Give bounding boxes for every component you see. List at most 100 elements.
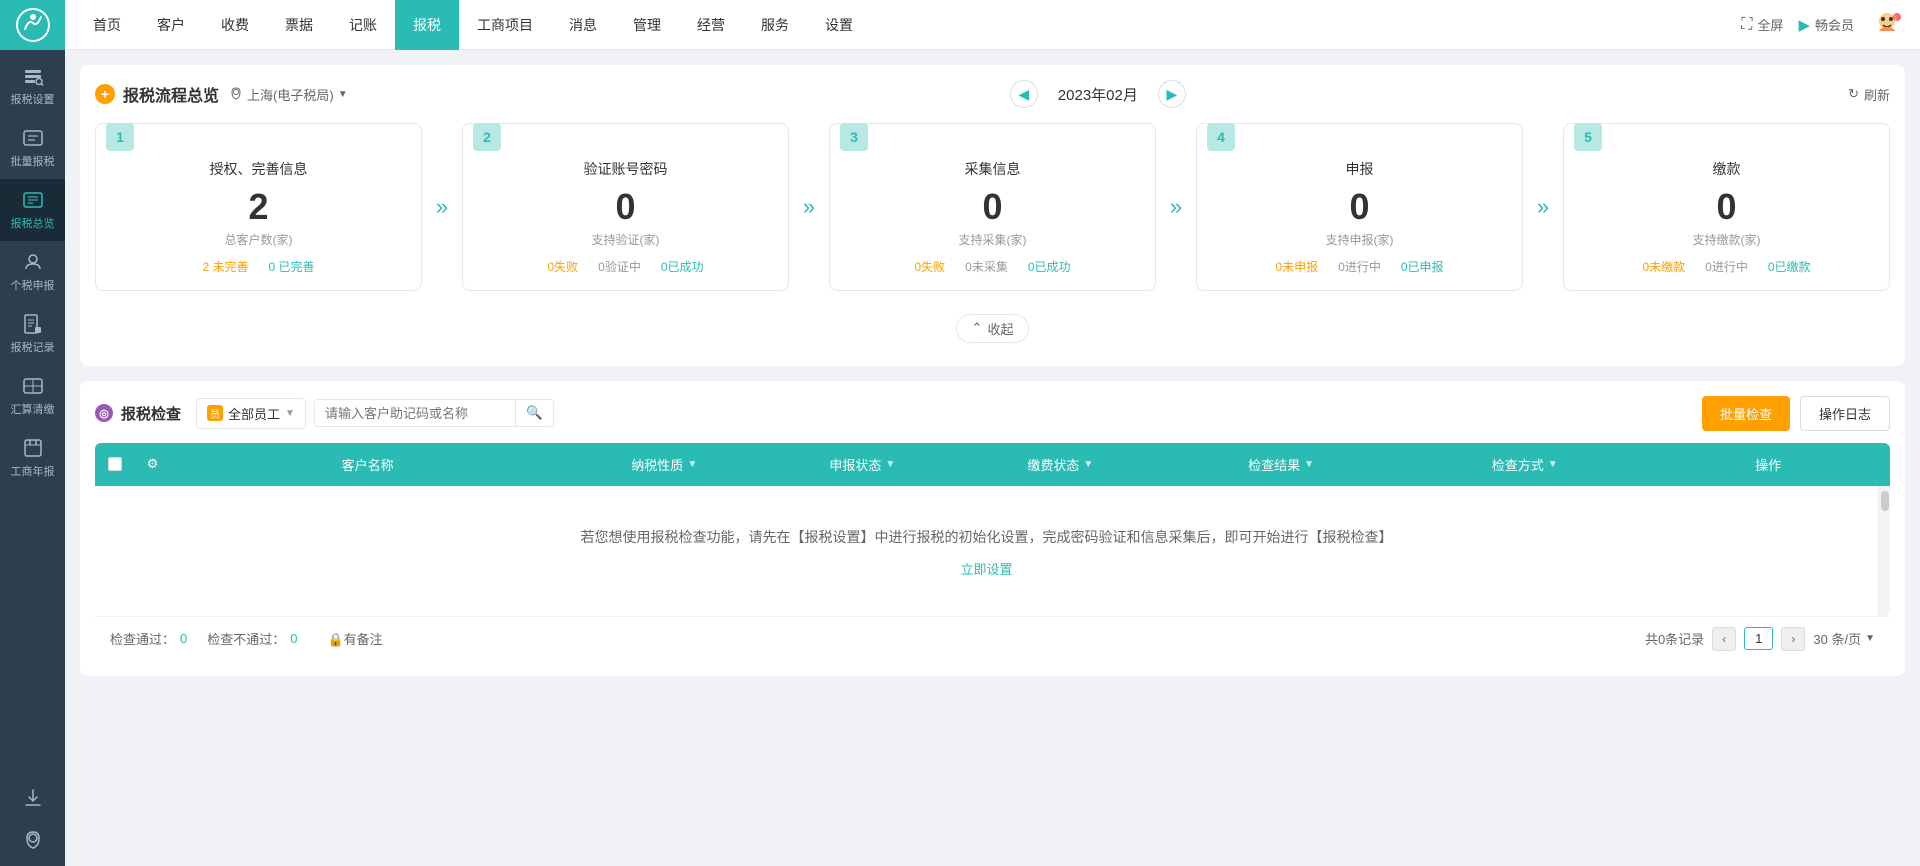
sidebar-label-tax-records: 报税记录 bbox=[11, 339, 55, 355]
per-page-select[interactable]: 30 条/页 ▼ bbox=[1813, 629, 1875, 648]
fail-stat: 检查不通过： 0 bbox=[207, 629, 297, 648]
nav-message[interactable]: 消息 bbox=[551, 0, 615, 50]
sidebar-label-tax-settings: 报税设置 bbox=[11, 91, 55, 107]
prev-page-btn[interactable]: ‹ bbox=[1712, 627, 1736, 651]
nav-tax[interactable]: 报税 bbox=[395, 0, 459, 50]
tax-overview-icon bbox=[22, 189, 44, 211]
nav-bookkeeping[interactable]: 记账 bbox=[331, 0, 395, 50]
location-selector[interactable]: 上海(电子税局) ▼ bbox=[229, 85, 348, 104]
nav-operation[interactable]: 经营 bbox=[679, 0, 743, 50]
step4-stat-undeclared[interactable]: 0未申报 bbox=[1275, 258, 1318, 275]
next-page-btn[interactable]: › bbox=[1781, 627, 1805, 651]
collapse-bar: ⌃ 收起 bbox=[95, 306, 1890, 351]
nav-service[interactable]: 服务 bbox=[743, 0, 807, 50]
footer-note: 🔒有备注 bbox=[328, 629, 383, 648]
step5-stat-ongoing[interactable]: 0进行中 bbox=[1705, 258, 1748, 275]
step-count-4: 0 bbox=[1349, 187, 1369, 227]
tax-settings-icon bbox=[22, 65, 44, 87]
sidebar-item-tax-settings[interactable]: 报税设置 bbox=[0, 55, 65, 117]
setup-link[interactable]: 立即设置 bbox=[960, 559, 1012, 578]
flow-step-5: 5 缴款 0 支持缴款(家) 0未缴款 0进行中 0已缴 bbox=[1563, 123, 1890, 291]
employee-filter[interactable]: 员 全部员工 ▼ bbox=[196, 398, 306, 429]
step2-stat-fail[interactable]: 0失败 bbox=[547, 258, 578, 275]
prev-month-btn[interactable]: ◀ bbox=[1010, 80, 1038, 108]
section-header: ◎ 报税检查 员 全部员工 ▼ 🔍 bbox=[95, 396, 1890, 431]
flow-step-1: 1 授权、完善信息 2 总客户数(家) 2 未完善 0 已完善 bbox=[95, 123, 422, 291]
search-icon: 🔍 bbox=[526, 405, 543, 420]
tax-flow-overview-card: + 报税流程总览 上海(电子税局) ▼ ◀ 2023年02月 ▶ bbox=[80, 65, 1905, 366]
sidebar-item-tax-overview[interactable]: 报税总览 bbox=[0, 179, 65, 241]
operation-log-btn[interactable]: 操作日志 bbox=[1800, 396, 1890, 431]
search-input[interactable] bbox=[315, 401, 515, 426]
step2-stat-verifying[interactable]: 0验证中 bbox=[598, 258, 641, 275]
sidebar-item-personal-tax[interactable]: 个税申报 bbox=[0, 241, 65, 303]
header-checkbox[interactable] bbox=[108, 457, 122, 471]
fail-count[interactable]: 0 bbox=[290, 631, 297, 646]
step4-stat-declared[interactable]: 0已申报 bbox=[1401, 258, 1444, 275]
step1-stat-complete[interactable]: 0 已完善 bbox=[269, 258, 315, 275]
nav-settings[interactable]: 设置 bbox=[807, 0, 871, 50]
step2-stat-success[interactable]: 0已成功 bbox=[661, 258, 704, 275]
tax-records-icon bbox=[22, 313, 44, 335]
step-stats-3: 0失败 0未采集 0已成功 bbox=[914, 258, 1070, 275]
step-title-5: 缴款 bbox=[1713, 159, 1741, 179]
step5-stat-unpaid[interactable]: 0未缴款 bbox=[1642, 258, 1685, 275]
avatar[interactable]: ! bbox=[1869, 7, 1905, 43]
step-number-4: 4 bbox=[1207, 123, 1235, 151]
vip-btn[interactable]: ▶ 畅会员 bbox=[1798, 15, 1854, 34]
check-table: ⚙ 客户名称 纳税性质 ▼ 申报状态 ▼ bbox=[95, 443, 1890, 616]
search-button[interactable]: 🔍 bbox=[515, 400, 553, 426]
step-stats-1: 2 未完善 0 已完善 bbox=[202, 258, 314, 275]
step-number-5: 5 bbox=[1574, 123, 1602, 151]
collapse-btn[interactable]: ⌃ 收起 bbox=[956, 314, 1030, 343]
card-header: + 报税流程总览 上海(电子税局) ▼ ◀ 2023年02月 ▶ bbox=[95, 80, 1890, 108]
fullscreen-btn[interactable]: ⛶ 全屏 bbox=[1741, 15, 1783, 34]
step3-stat-success[interactable]: 0已成功 bbox=[1028, 258, 1071, 275]
nav-invoice[interactable]: 票据 bbox=[267, 0, 331, 50]
th-check-result[interactable]: 检查结果 ▼ bbox=[1159, 443, 1403, 486]
pagination: 共0条记录 ‹ 1 › 30 条/页 ▼ bbox=[1645, 627, 1875, 651]
th-tax-type[interactable]: 纳税性质 ▼ bbox=[565, 443, 763, 486]
next-month-btn[interactable]: ▶ bbox=[1158, 80, 1186, 108]
step-desc-5: 支持缴款(家) bbox=[1693, 231, 1761, 248]
sidebar-item-tax-records[interactable]: 报税记录 bbox=[0, 303, 65, 365]
total-count: 共0条记录 bbox=[1645, 629, 1704, 648]
tax-check-card: ◎ 报税检查 员 全部员工 ▼ 🔍 bbox=[80, 381, 1905, 676]
header-actions: 批量检查 操作日志 bbox=[1702, 396, 1890, 431]
batch-check-btn[interactable]: 批量检查 bbox=[1702, 396, 1790, 431]
flow-step-2: 2 验证账号密码 0 支持验证(家) 0失败 0验证中 bbox=[462, 123, 789, 291]
sidebar-item-batch-tax[interactable]: 批量报税 bbox=[0, 117, 65, 179]
nav-home[interactable]: 首页 bbox=[75, 0, 139, 50]
step-title-2: 验证账号密码 bbox=[584, 159, 668, 179]
th-pay-status[interactable]: 缴费状态 ▼ bbox=[961, 443, 1159, 486]
step1-stat-incomplete[interactable]: 2 未完善 bbox=[202, 258, 248, 275]
th-check-method[interactable]: 检查方式 ▼ bbox=[1403, 443, 1647, 486]
sidebar-item-annual-report[interactable]: 工商年报 bbox=[0, 427, 65, 489]
step3-stat-pending[interactable]: 0未采集 bbox=[965, 258, 1008, 275]
gear-icon: ⚙ bbox=[147, 456, 159, 472]
section-title: ◎ 报税检查 bbox=[95, 403, 181, 424]
step3-stat-fail[interactable]: 0失败 bbox=[914, 258, 945, 275]
nav-customer[interactable]: 客户 bbox=[139, 0, 203, 50]
th-gear[interactable]: ⚙ bbox=[135, 443, 170, 486]
nav-manage[interactable]: 管理 bbox=[615, 0, 679, 50]
scrollbar-thumb[interactable] bbox=[1881, 491, 1889, 511]
pass-count[interactable]: 0 bbox=[180, 631, 187, 646]
card-title-icon: + bbox=[95, 84, 115, 104]
th-checkbox[interactable] bbox=[95, 443, 135, 486]
th-declare-status[interactable]: 申报状态 ▼ bbox=[763, 443, 961, 486]
step-title-1: 授权、完善信息 bbox=[210, 159, 308, 179]
sidebar-download[interactable] bbox=[0, 777, 65, 819]
step-desc-4: 支持申报(家) bbox=[1326, 231, 1394, 248]
nav-fee[interactable]: 收费 bbox=[203, 0, 267, 50]
declare-filter-icon: ▼ bbox=[885, 459, 895, 470]
settlement-icon bbox=[22, 375, 44, 397]
location-pin-icon bbox=[229, 87, 243, 101]
sidebar-item-settlement[interactable]: 汇算清缴 bbox=[0, 365, 65, 427]
sidebar-location[interactable] bbox=[0, 819, 65, 861]
step5-stat-paid[interactable]: 0已缴款 bbox=[1768, 258, 1811, 275]
refresh-btn[interactable]: ↻ 刷新 bbox=[1848, 85, 1890, 104]
step4-stat-ongoing[interactable]: 0进行中 bbox=[1338, 258, 1381, 275]
fullscreen-icon: ⛶ bbox=[1741, 16, 1752, 34]
nav-business[interactable]: 工商项目 bbox=[459, 0, 551, 50]
